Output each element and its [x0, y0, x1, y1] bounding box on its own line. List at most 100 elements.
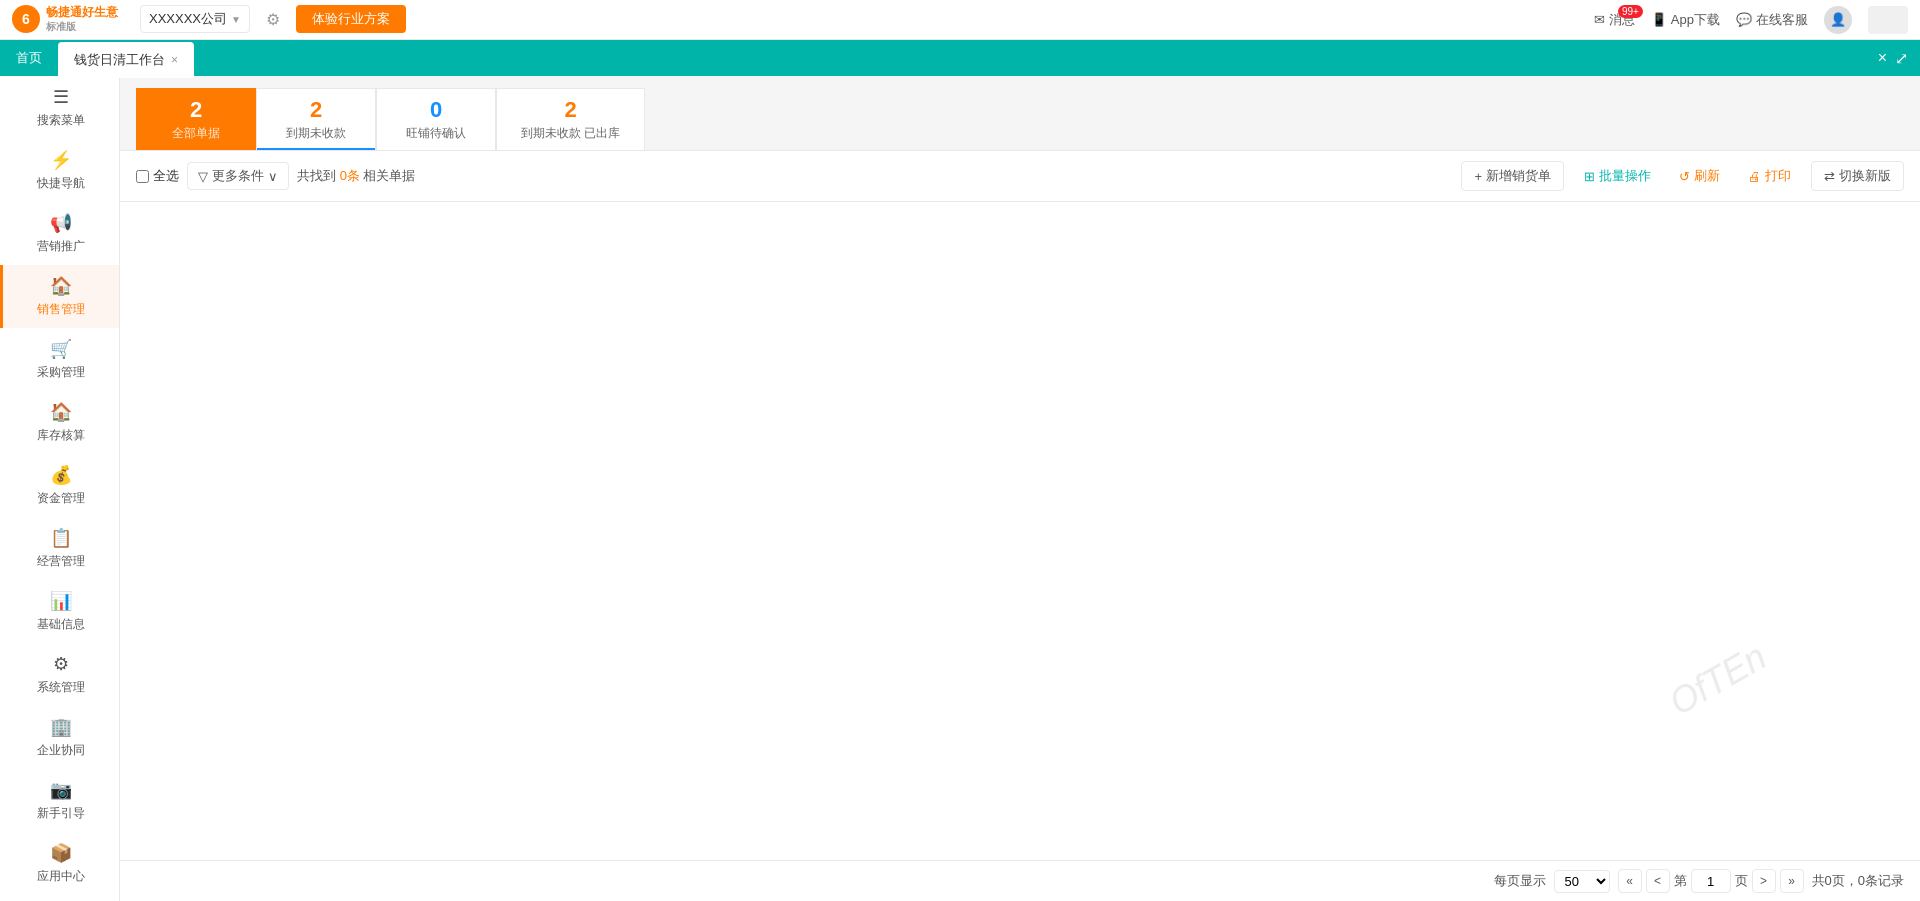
sidebar-item-operations[interactable]: 📋 经营管理: [0, 517, 119, 580]
stat-num-pending: 0: [430, 97, 442, 123]
sidebar-item-inventory[interactable]: 🏠 库存核算: [0, 391, 119, 454]
app-download-action[interactable]: 📱 App下载: [1651, 11, 1720, 29]
first-page-button[interactable]: «: [1618, 869, 1642, 893]
operations-icon: 📋: [50, 527, 72, 549]
enterprise-icon: 🏢: [50, 716, 72, 738]
total-info: 共0页，0条记录: [1812, 872, 1904, 890]
prev-page-button[interactable]: <: [1646, 869, 1670, 893]
refresh-button[interactable]: ↺ 刷新: [1671, 163, 1728, 189]
sidebar-item-sales-label: 销售管理: [37, 301, 85, 318]
stat-tab-pending[interactable]: 0 旺铺待确认: [376, 88, 496, 150]
result-suffix: 相关单据: [363, 168, 415, 183]
tab-home[interactable]: 首页: [0, 40, 58, 76]
sidebar-item-purchase-label: 采购管理: [37, 364, 85, 381]
print-label: 打印: [1765, 167, 1791, 185]
stat-label-all: 全部单据: [172, 125, 220, 142]
messages-action[interactable]: ✉ 消息 99+: [1594, 11, 1635, 29]
table-area: [120, 202, 1920, 860]
stat-num-overdue: 2: [310, 97, 322, 123]
logo-sub: 标准版: [46, 20, 118, 34]
filter-label: 更多条件: [212, 167, 264, 185]
page-size-label: 每页显示: [1494, 872, 1546, 890]
toolbar-right: + 新增销货单 ⊞ 批量操作 ↺ 刷新 🖨 打印 ⇄ 切换新版: [1461, 161, 1904, 191]
trial-button[interactable]: 体验行业方案: [296, 5, 406, 33]
user-name[interactable]: [1868, 6, 1908, 34]
sidebar-item-sales[interactable]: 🏠 销售管理: [0, 265, 119, 328]
download-icon: 📱: [1651, 12, 1667, 27]
chevron-down-icon: ▼: [231, 14, 241, 25]
next-page-button[interactable]: >: [1752, 869, 1776, 893]
batch-icon: ⊞: [1584, 169, 1595, 184]
search-menu-icon: ☰: [53, 86, 69, 108]
header-left: 6 畅捷通好生意 标准版 XXXXXX公司 ▼ ⚙ 体验行业方案: [12, 5, 406, 33]
company-name: XXXXXX公司: [149, 10, 227, 28]
sidebar-item-marketing[interactable]: 📢 营销推广: [0, 202, 119, 265]
stat-tab-all[interactable]: 2 全部单据: [136, 88, 256, 150]
sidebar-item-basic-info[interactable]: 📊 基础信息: [0, 580, 119, 643]
switch-new-version-button[interactable]: ⇄ 切换新版: [1811, 161, 1904, 191]
logo-area: 6 畅捷通好生意 标准版: [12, 5, 132, 33]
purchase-icon: 🛒: [50, 338, 72, 360]
page-suffix: 页: [1735, 872, 1748, 890]
company-selector[interactable]: XXXXXX公司 ▼: [140, 5, 250, 33]
minimize-icon[interactable]: ×: [1878, 49, 1887, 67]
print-button[interactable]: 🖨 打印: [1740, 163, 1799, 189]
stats-tabs: 2 全部单据 2 到期未收款 0 旺铺待确认 2 到期未收款 已出库: [120, 76, 1920, 151]
sidebar-item-system-label: 系统管理: [37, 679, 85, 696]
system-icon: ⚙: [53, 653, 69, 675]
sidebar-item-finance-label: 资金管理: [37, 490, 85, 507]
stat-label-overdue: 到期未收款: [286, 125, 346, 142]
sidebar-item-enterprise[interactable]: 🏢 企业协同: [0, 706, 119, 769]
result-count: 0条: [340, 168, 360, 183]
tab-bar: 首页 钱货日清工作台 × × ⤢: [0, 40, 1920, 76]
top-header: 6 畅捷通好生意 标准版 XXXXXX公司 ▼ ⚙ 体验行业方案 ✉ 消息 99…: [0, 0, 1920, 40]
stat-num-all: 2: [190, 97, 202, 123]
result-prefix: 共找到: [297, 168, 336, 183]
new-sale-label: 新增销货单: [1486, 167, 1551, 185]
batch-action-button[interactable]: ⊞ 批量操作: [1576, 163, 1659, 189]
online-service-action[interactable]: 💬 在线客服: [1736, 11, 1808, 29]
sidebar-item-search[interactable]: ☰ 搜索菜单: [0, 76, 119, 139]
logo-icon: 6: [12, 5, 40, 33]
sidebar-item-app-center[interactable]: 📦 应用中心: [0, 832, 119, 895]
new-sale-button[interactable]: + 新增销货单: [1461, 161, 1564, 191]
page-size-select[interactable]: 20 50 100: [1554, 870, 1610, 893]
sidebar-item-app-center-label: 应用中心: [37, 868, 85, 885]
filter-button[interactable]: ▽ 更多条件 ∨: [187, 162, 289, 190]
last-page-button[interactable]: »: [1780, 869, 1804, 893]
sidebar-item-quicknav-label: 快捷导航: [37, 175, 85, 192]
sidebar-item-guide[interactable]: 📷 新手引导: [0, 769, 119, 832]
select-all-checkbox[interactable]: 全选: [136, 167, 179, 185]
refresh-icon: ↺: [1679, 169, 1690, 184]
toolbar-left: 全选 ▽ 更多条件 ∨ 共找到 0条 相关单据: [136, 162, 1449, 190]
stat-num-shipped: 2: [565, 97, 577, 123]
plus-icon: +: [1474, 169, 1482, 184]
sidebar-item-quicknav[interactable]: ⚡ 快捷导航: [0, 139, 119, 202]
maximize-icon[interactable]: ⤢: [1895, 49, 1908, 68]
sidebar-item-purchase[interactable]: 🛒 采购管理: [0, 328, 119, 391]
tab-label: 钱货日清工作台: [74, 51, 165, 69]
tab-close-icon[interactable]: ×: [171, 53, 178, 67]
current-page-input[interactable]: [1691, 869, 1731, 893]
settings-icon[interactable]: ⚙: [266, 10, 280, 29]
stat-label-shipped: 到期未收款 已出库: [521, 125, 620, 142]
inventory-icon: 🏠: [50, 401, 72, 423]
toolbar: 全选 ▽ 更多条件 ∨ 共找到 0条 相关单据 + 新增销货单: [120, 151, 1920, 202]
stat-tab-overdue[interactable]: 2 到期未收款: [256, 88, 376, 150]
logo-text-area: 畅捷通好生意 标准版: [46, 5, 118, 33]
print-icon: 🖨: [1748, 169, 1761, 184]
main-layout: ☰ 搜索菜单 ⚡ 快捷导航 📢 营销推广 🏠 销售管理 🛒 采购管理 🏠 库存核…: [0, 76, 1920, 901]
result-text: 共找到 0条 相关单据: [297, 167, 415, 185]
sales-icon: 🏠: [50, 275, 72, 297]
select-all-input[interactable]: [136, 170, 149, 183]
message-icon: ✉: [1594, 12, 1605, 27]
stat-tab-shipped[interactable]: 2 到期未收款 已出库: [496, 88, 645, 150]
sidebar-item-weixin[interactable]: 💬 企业微信: [0, 895, 119, 901]
sidebar-item-system[interactable]: ⚙ 系统管理: [0, 643, 119, 706]
tab-active[interactable]: 钱货日清工作台 ×: [58, 42, 194, 78]
sidebar-item-finance[interactable]: 💰 资金管理: [0, 454, 119, 517]
avatar[interactable]: 👤: [1824, 6, 1852, 34]
select-all-label: 全选: [153, 167, 179, 185]
app-center-icon: 📦: [50, 842, 72, 864]
guide-icon: 📷: [50, 779, 72, 801]
